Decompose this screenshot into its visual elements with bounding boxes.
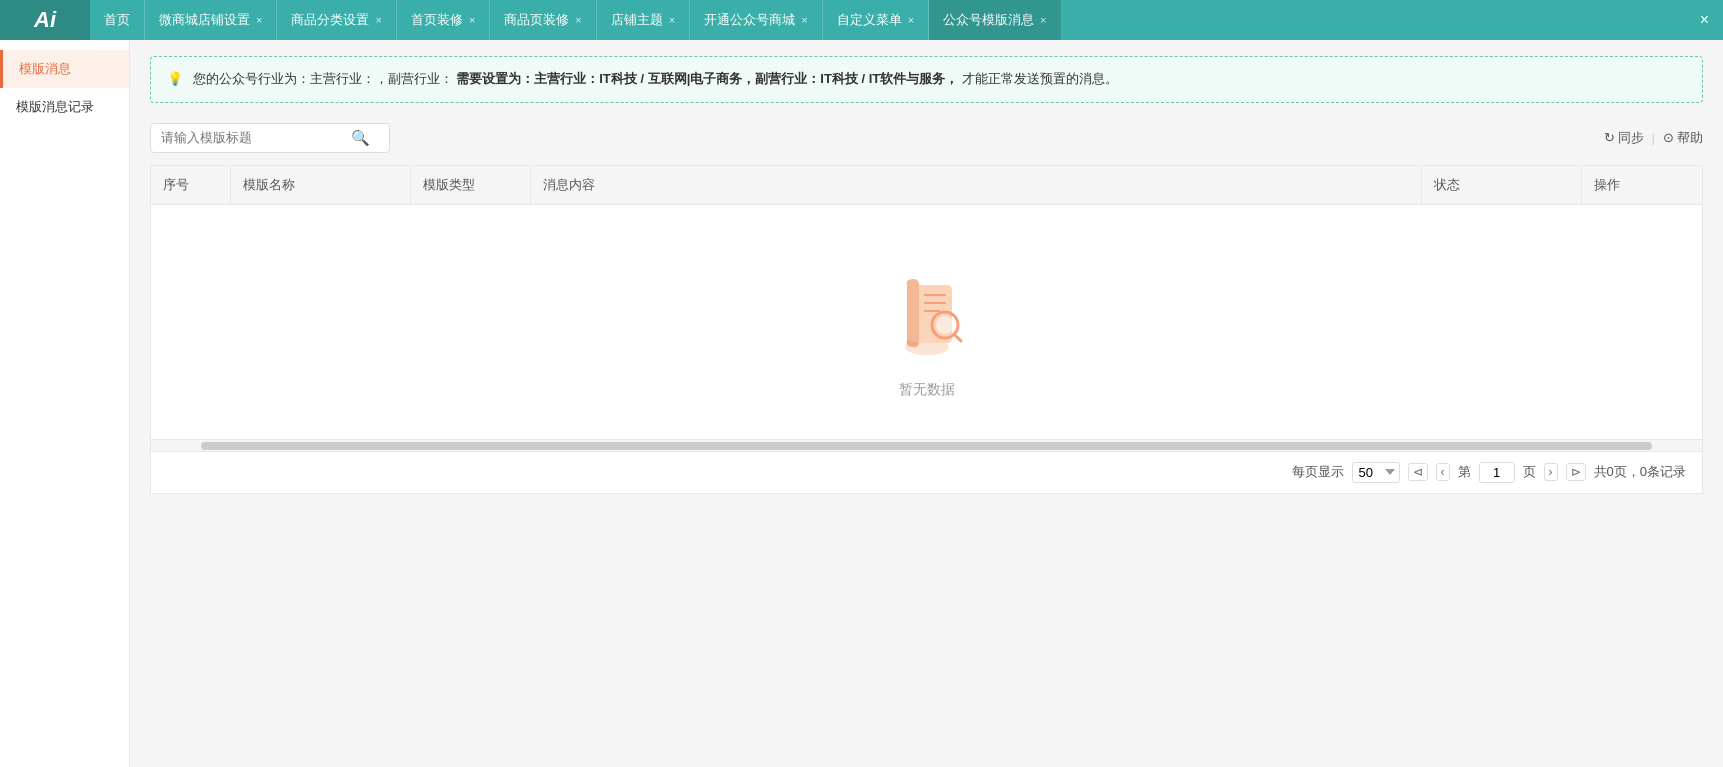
data-table: 序号 模版名称 模版类型 消息内容 状态 操作 xyxy=(150,165,1703,494)
next-page-button[interactable]: › xyxy=(1544,463,1558,481)
page-size-select[interactable]: 50 20 100 xyxy=(1352,462,1400,483)
search-input-wrap: 🔍 xyxy=(150,123,390,153)
sidebar: 模版消息 模版消息记录 xyxy=(0,40,130,767)
page-input[interactable] xyxy=(1479,462,1515,483)
table-header: 序号 模版名称 模版类型 消息内容 状态 操作 xyxy=(151,166,1702,205)
action-divider: | xyxy=(1652,130,1655,145)
main-layout: 模版消息 模版消息记录 💡 您的公众号行业为：主营行业：，副营行业： 需要设置为… xyxy=(0,40,1723,767)
close-custom-menu[interactable]: × xyxy=(908,14,914,26)
close-template-msg[interactable]: × xyxy=(1040,14,1046,26)
help-button[interactable]: ⊙ 帮助 xyxy=(1663,129,1703,147)
sync-button[interactable]: ↻ 同步 xyxy=(1604,129,1644,147)
last-page-button[interactable]: ⊳ xyxy=(1566,463,1586,481)
first-page-button[interactable]: ⊲ xyxy=(1408,463,1428,481)
page-unit: 页 xyxy=(1523,463,1536,481)
main-content: 💡 您的公众号行业为：主营行业：，副营行业： 需要设置为：主营行业：IT科技 /… xyxy=(130,40,1723,767)
col-index: 序号 xyxy=(151,166,231,204)
top-navigation: Ai 首页 微商城店铺设置 × 商品分类设置 × 首页装修 × 商品页装修 × … xyxy=(0,0,1723,40)
empty-state: 暂无数据 xyxy=(151,205,1702,439)
sidebar-item-template-msg-record[interactable]: 模版消息记录 xyxy=(0,88,129,126)
col-status: 状态 xyxy=(1422,166,1582,204)
close-shop-theme[interactable]: × xyxy=(669,14,675,26)
nav-item-homepage-decor[interactable]: 首页装修 × xyxy=(397,0,490,40)
empty-icon xyxy=(877,265,977,365)
nav-item-template-msg[interactable]: 公众号模版消息 × xyxy=(929,0,1061,40)
col-content: 消息内容 xyxy=(531,166,1422,204)
search-bar: 🔍 ↻ 同步 | ⊙ 帮助 xyxy=(150,123,1703,153)
close-category-settings[interactable]: × xyxy=(375,14,381,26)
close-open-mall[interactable]: × xyxy=(801,14,807,26)
search-input[interactable] xyxy=(161,130,351,145)
app-logo: Ai xyxy=(0,0,90,40)
close-all-button[interactable]: × xyxy=(1686,11,1723,29)
col-type: 模版类型 xyxy=(411,166,531,204)
nav-item-shop-settings[interactable]: 微商城店铺设置 × xyxy=(145,0,277,40)
nav-item-custom-menu[interactable]: 自定义菜单 × xyxy=(823,0,929,40)
scrollbar-thumb[interactable] xyxy=(201,442,1652,450)
nav-item-product-decor[interactable]: 商品页装修 × xyxy=(490,0,596,40)
close-product-decor[interactable]: × xyxy=(575,14,581,26)
svg-point-5 xyxy=(936,316,954,334)
page-label: 第 xyxy=(1458,463,1471,481)
nav-item-home[interactable]: 首页 xyxy=(90,0,145,40)
empty-text: 暂无数据 xyxy=(899,381,955,399)
page-size-label: 每页显示 xyxy=(1292,463,1344,481)
notice-banner: 💡 您的公众号行业为：主营行业：，副营行业： 需要设置为：主营行业：IT科技 /… xyxy=(150,56,1703,103)
close-homepage-decor[interactable]: × xyxy=(469,14,475,26)
nav-item-shop-theme[interactable]: 店铺主题 × xyxy=(597,0,690,40)
col-name: 模版名称 xyxy=(231,166,411,204)
search-actions: ↻ 同步 | ⊙ 帮助 xyxy=(1604,129,1703,147)
search-icon[interactable]: 🔍 xyxy=(351,129,370,147)
sidebar-item-template-msg[interactable]: 模版消息 xyxy=(0,50,129,88)
sync-icon: ↻ xyxy=(1604,130,1615,145)
prev-page-button[interactable]: ‹ xyxy=(1436,463,1450,481)
close-shop-settings[interactable]: × xyxy=(256,14,262,26)
horizontal-scrollbar[interactable] xyxy=(151,439,1702,451)
bulb-icon: 💡 xyxy=(167,71,183,86)
nav-item-open-mall[interactable]: 开通公众号商城 × xyxy=(690,0,822,40)
total-label: 共0页，0条记录 xyxy=(1594,463,1686,481)
help-icon: ⊙ xyxy=(1663,130,1674,145)
nav-item-category-settings[interactable]: 商品分类设置 × xyxy=(277,0,396,40)
pagination: 每页显示 50 20 100 ⊲ ‹ 第 页 › ⊳ 共0页，0条记录 xyxy=(151,451,1702,493)
col-action: 操作 xyxy=(1582,166,1702,204)
svg-line-6 xyxy=(954,334,961,341)
